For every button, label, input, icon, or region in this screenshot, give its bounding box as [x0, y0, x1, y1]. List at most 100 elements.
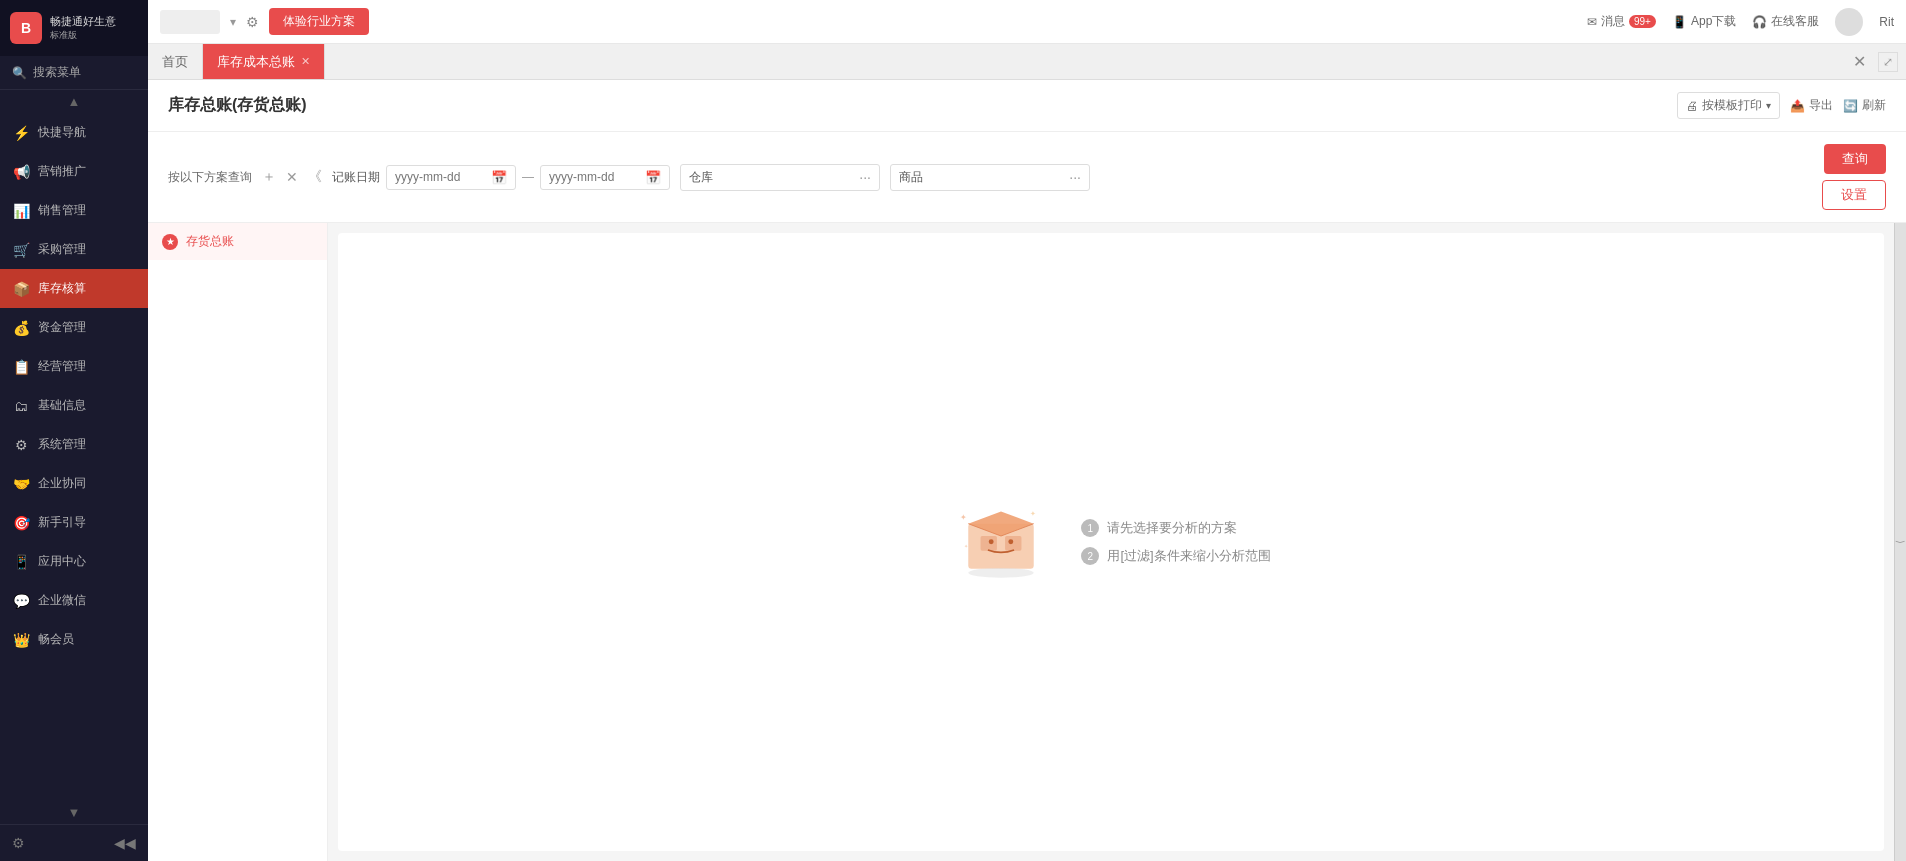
- print-btn[interactable]: 🖨 按模板打印 ▾: [1677, 92, 1780, 119]
- active-tab-label: 库存成本总账: [217, 53, 295, 71]
- topbar: ▾ ⚙ 体验行业方案 ✉ 消息 99+ 📱 App下载 🎧 在线客服 Rit: [148, 0, 1906, 44]
- sidebar-item-label: 基础信息: [38, 397, 136, 414]
- hint-text-1: 请先选择要分析的方案: [1107, 519, 1237, 537]
- sidebar-item-label: 库存核算: [38, 280, 136, 297]
- setting-btn[interactable]: 设置: [1822, 180, 1886, 210]
- filter-add-btn[interactable]: ＋: [262, 168, 276, 186]
- date-start-input[interactable]: 📅: [386, 165, 516, 190]
- message-badge: 99+: [1629, 15, 1656, 28]
- export-label: 导出: [1809, 97, 1833, 114]
- app-label: App下载: [1691, 13, 1736, 30]
- topbar-app-btn[interactable]: 📱 App下载: [1672, 13, 1736, 30]
- query-btn[interactable]: 查询: [1824, 144, 1886, 174]
- date-label: 记账日期: [332, 169, 380, 186]
- sidebar-item-operations[interactable]: 📋 经营管理: [0, 347, 148, 386]
- left-panel-item-inventory-ledger[interactable]: ★ 存货总账: [148, 223, 327, 260]
- filter-collapse-btn[interactable]: 《: [308, 168, 322, 186]
- svg-rect-5: [1005, 536, 1021, 551]
- app-icon: 📱: [1672, 15, 1687, 29]
- topbar-chevron-icon[interactable]: ▾: [230, 15, 236, 29]
- header-actions: 🖨 按模板打印 ▾ 📤 导出 🔄 刷新: [1677, 92, 1886, 119]
- service-label: 在线客服: [1771, 13, 1819, 30]
- sidebar-item-label: 畅会员: [38, 631, 136, 648]
- sidebar-item-label: 系统管理: [38, 436, 136, 453]
- svg-rect-4: [981, 536, 997, 551]
- empty-hint-2: 2 用[过滤]条件来缩小分析范围: [1081, 547, 1270, 565]
- sidebar-item-label: 企业微信: [38, 592, 136, 609]
- sidebar-item-quick-nav[interactable]: ⚡ 快捷导航: [0, 113, 148, 152]
- warehouse-filter[interactable]: 仓库 ···: [680, 164, 880, 191]
- tab-panel-close-btn[interactable]: ✕: [1841, 52, 1878, 71]
- sidebar-search[interactable]: 🔍 搜索菜单: [0, 56, 148, 90]
- hint-text-2: 用[过滤]条件来缩小分析范围: [1107, 547, 1270, 565]
- date-start-field[interactable]: [395, 170, 485, 184]
- filter-scheme-label: 按以下方案查询: [168, 169, 252, 186]
- filter-section: 按以下方案查询 ＋ ✕ 《 记账日期 📅 — 📅: [148, 132, 1906, 223]
- home-tab-label: 首页: [162, 53, 188, 71]
- filter-row: 按以下方案查询 ＋ ✕ 《 记账日期 📅 — 📅: [168, 144, 1886, 210]
- sidebar-item-sales[interactable]: 📊 销售管理: [0, 191, 148, 230]
- message-label: 消息: [1601, 13, 1625, 30]
- finance-icon: 💰: [12, 320, 30, 336]
- sidebar-item-member[interactable]: 👑 畅会员: [0, 620, 148, 659]
- scroll-down-btn[interactable]: ▼: [0, 801, 148, 824]
- wechat-icon: 💬: [12, 593, 30, 609]
- right-slide-panel[interactable]: ⟩: [1894, 223, 1906, 861]
- sidebar-item-marketing[interactable]: 📢 营销推广: [0, 152, 148, 191]
- search-icon: 🔍: [12, 66, 27, 80]
- topbar-message-btn[interactable]: ✉ 消息 99+: [1587, 13, 1656, 30]
- expand-panel-btn[interactable]: ⤢: [1878, 52, 1898, 72]
- tab-inventory-cost[interactable]: 库存成本总账 ✕: [203, 44, 325, 79]
- industry-btn[interactable]: 体验行业方案: [269, 8, 369, 35]
- topbar-right: ✉ 消息 99+ 📱 App下载 🎧 在线客服 Rit: [1587, 8, 1894, 36]
- collapse-sidebar-btn[interactable]: ◀◀: [114, 835, 136, 851]
- svg-text:✦: ✦: [965, 544, 969, 549]
- tab-home[interactable]: 首页: [148, 44, 203, 79]
- calendar-start-icon[interactable]: 📅: [491, 170, 507, 185]
- sidebar-item-wechat[interactable]: 💬 企业微信: [0, 581, 148, 620]
- warehouse-more-icon[interactable]: ···: [859, 169, 871, 185]
- topbar-logo-placeholder: [160, 10, 220, 34]
- empty-hint-1: 1 请先选择要分析的方案: [1081, 519, 1237, 537]
- sidebar-item-system[interactable]: ⚙ 系统管理: [0, 425, 148, 464]
- sidebar-item-label: 营销推广: [38, 163, 136, 180]
- date-filter-group: 记账日期 📅 — 📅: [332, 165, 670, 190]
- refresh-label: 刷新: [1862, 97, 1886, 114]
- sidebar-item-finance[interactable]: 💰 资金管理: [0, 308, 148, 347]
- sidebar-item-newbie[interactable]: 🎯 新手引导: [0, 503, 148, 542]
- tab-close-icon[interactable]: ✕: [301, 55, 310, 68]
- sidebar: B 畅捷通好生意 标准版 🔍 搜索菜单 ▲ ⚡ 快捷导航 📢 营销推广 📊 销售…: [0, 0, 148, 861]
- date-end-field[interactable]: [549, 170, 639, 184]
- inventory-ledger-icon: ★: [162, 234, 178, 250]
- content-area: ★ 存货总账: [148, 223, 1906, 861]
- empty-illustration: ✦ ✦ ✦: [951, 491, 1051, 584]
- logo-icon: B: [10, 12, 42, 44]
- print-chevron-icon[interactable]: ▾: [1766, 100, 1771, 111]
- sidebar-item-label: 经营管理: [38, 358, 136, 375]
- main-data-area: ✦ ✦ ✦ 1 请先选择要分析的方案 2 用[过滤]条件来缩: [338, 233, 1884, 851]
- sidebar-item-basic[interactable]: 🗂 基础信息: [0, 386, 148, 425]
- sidebar-item-label: 资金管理: [38, 319, 136, 336]
- sidebar-item-inventory[interactable]: 📦 库存核算: [0, 269, 148, 308]
- goods-more-icon[interactable]: ···: [1069, 169, 1081, 185]
- export-btn[interactable]: 📤 导出: [1790, 97, 1833, 114]
- date-end-input[interactable]: 📅: [540, 165, 670, 190]
- settings-footer-btn[interactable]: ⚙: [12, 835, 25, 851]
- goods-filter[interactable]: 商品 ···: [890, 164, 1090, 191]
- calendar-end-icon[interactable]: 📅: [645, 170, 661, 185]
- operations-icon: 📋: [12, 359, 30, 375]
- sidebar-item-enterprise[interactable]: 🤝 企业协同: [0, 464, 148, 503]
- sidebar-item-label: 快捷导航: [38, 124, 136, 141]
- topbar-logo: [160, 10, 220, 34]
- filter-clear-btn[interactable]: ✕: [286, 169, 298, 185]
- svg-text:✦: ✦: [960, 512, 967, 521]
- refresh-btn[interactable]: 🔄 刷新: [1843, 97, 1886, 114]
- sidebar-item-purchase[interactable]: 🛒 采购管理: [0, 230, 148, 269]
- topbar-gear-icon[interactable]: ⚙: [246, 14, 259, 30]
- sidebar-item-appstore[interactable]: 📱 应用中心: [0, 542, 148, 581]
- scroll-up-btn[interactable]: ▲: [0, 90, 148, 113]
- warehouse-label: 仓库: [689, 169, 713, 186]
- svg-point-6: [989, 539, 994, 544]
- topbar-service-btn[interactable]: 🎧 在线客服: [1752, 13, 1819, 30]
- sidebar-item-label: 采购管理: [38, 241, 136, 258]
